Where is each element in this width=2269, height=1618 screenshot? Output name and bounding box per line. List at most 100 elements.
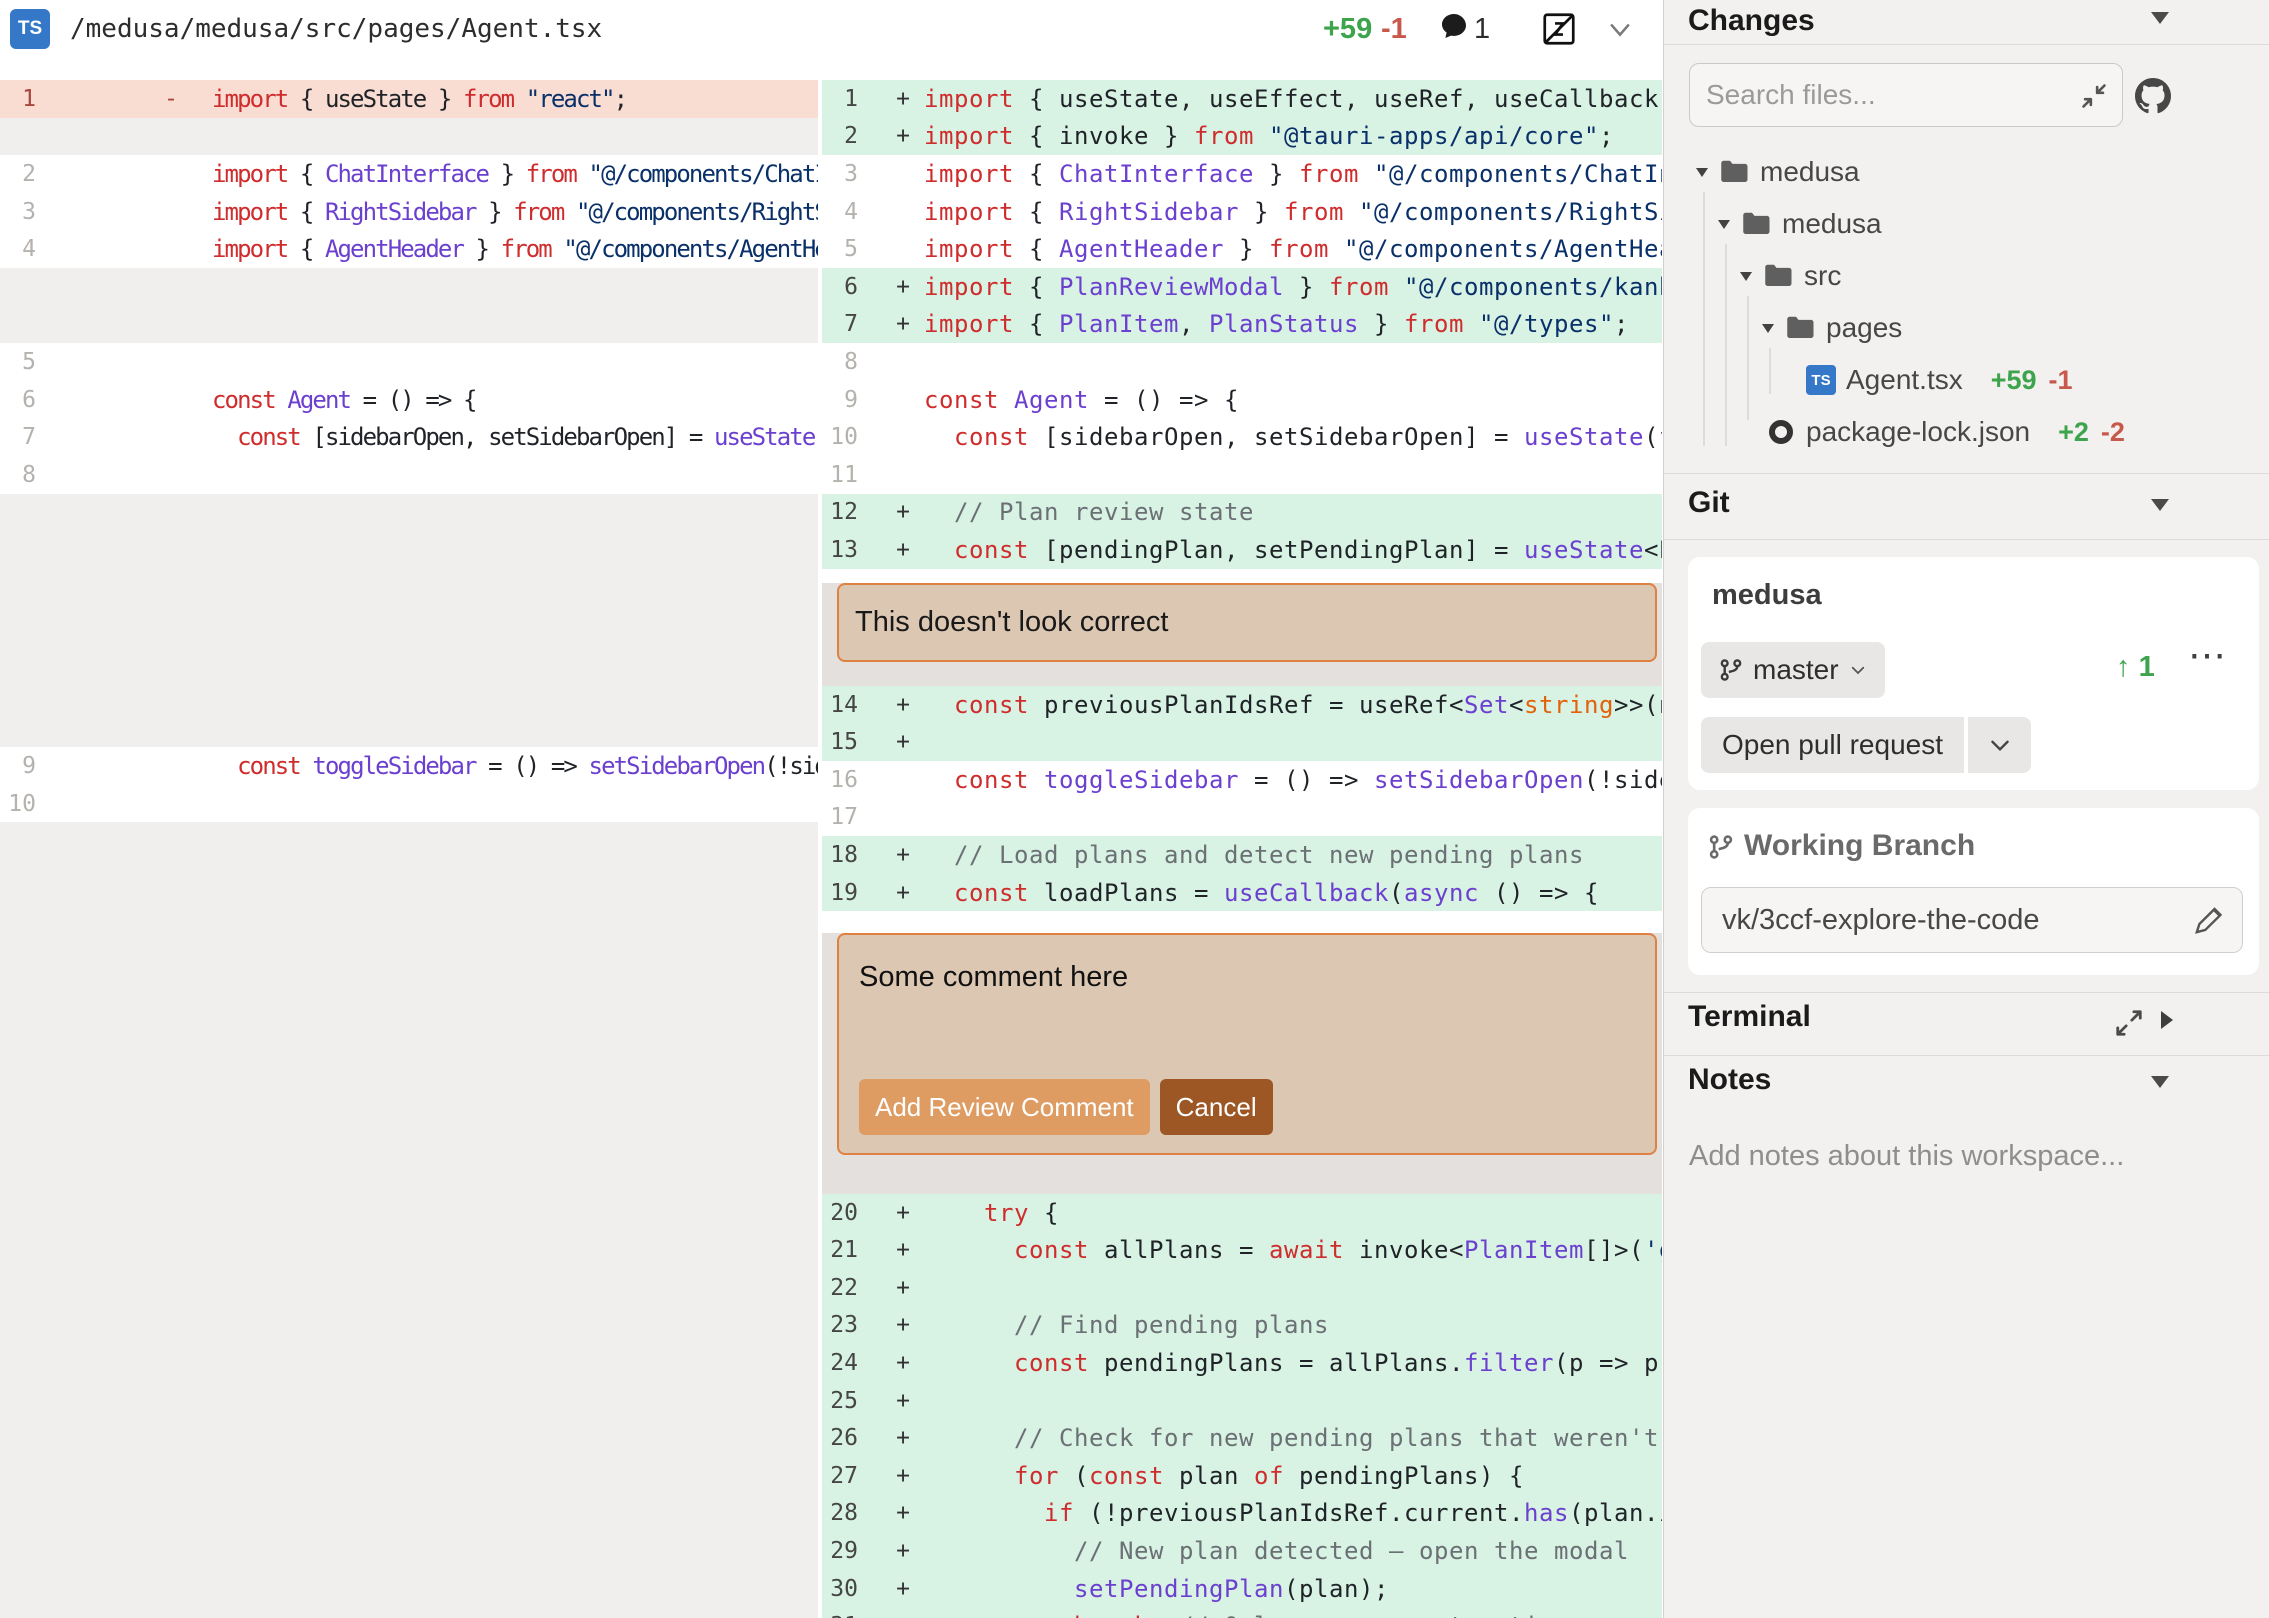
notes-section-title[interactable]: Notes (1688, 1063, 1771, 1097)
tree-file-package-lock[interactable]: package-lock.json +2 -2 (1664, 406, 2269, 458)
changes-section-title[interactable]: Changes (1688, 4, 1815, 38)
chevron-down-icon[interactable] (1740, 272, 1752, 281)
diff-line[interactable]: 3import { ChatInterface } from "@/compon… (822, 155, 1662, 193)
code-text: const Agent = () => { (212, 386, 476, 414)
diff-line[interactable]: 8 (0, 456, 818, 494)
diff-line[interactable]: 14+ const previousPlanIdsRef = useRef<Se… (822, 686, 1662, 724)
diff-pane-old: 1-import { useState } from "react"; 2impo… (0, 58, 818, 1618)
tree-folder-medusa-inner[interactable]: medusa (1664, 198, 2269, 250)
diff-line[interactable]: 26+ // Check for new pending plans that … (822, 1419, 1662, 1457)
diff-line[interactable]: 17 (822, 799, 1662, 837)
diff-line[interactable]: 1-import { useState } from "react"; (0, 80, 818, 118)
diff-line[interactable]: 9 const toggleSidebar = () => setSidebar… (0, 747, 818, 785)
diff-line[interactable]: 22+ (822, 1269, 1662, 1307)
line-number: 7 (0, 424, 40, 450)
git-collapse-icon[interactable] (2151, 499, 2169, 511)
branch-name: master (1753, 654, 1839, 686)
diff-line[interactable]: 19+ const loadPlans = useCallback(async … (822, 874, 1662, 912)
more-options-icon[interactable]: ⋯ (2188, 633, 2228, 678)
github-icon[interactable] (2135, 78, 2171, 114)
diff-line[interactable]: 3import { RightSidebar } from "@/compone… (0, 193, 818, 231)
working-branch-input[interactable]: vk/3ccf-explore-the-code (1701, 887, 2243, 953)
tree-folder-medusa[interactable]: medusa (1664, 146, 2269, 198)
chevron-down-icon[interactable] (1696, 168, 1708, 177)
tree-folder-pages[interactable]: pages (1664, 302, 2269, 354)
diff-line[interactable]: 10 (0, 785, 818, 823)
diff-line[interactable]: 29+ // New plan detected — open the moda… (822, 1532, 1662, 1570)
diff-line[interactable]: 7+import { PlanItem, PlanStatus } from "… (822, 306, 1662, 344)
code-text: // Load plans and detect new pending pla… (924, 841, 1584, 869)
chevron-down-icon[interactable] (1606, 16, 1634, 44)
line-number: 27 (822, 1463, 862, 1489)
diff-line[interactable]: 5 (0, 343, 818, 381)
diff-line[interactable]: 20+ try { (822, 1194, 1662, 1232)
push-ahead-count[interactable]: ↑ 1 (2116, 651, 2155, 684)
notes-collapse-icon[interactable] (2151, 1076, 2169, 1088)
code-text: import { PlanReviewModal } from "@/compo… (924, 273, 1662, 301)
line-number: 1 (822, 86, 862, 112)
diff-line[interactable]: 1+import { useState, useEffect, useRef, … (822, 80, 1662, 118)
code-text: if (!previousPlanIdsRef.current.has(plan… (924, 1499, 1662, 1527)
diff-line[interactable]: 2+import { invoke } from "@tauri-apps/ap… (822, 118, 1662, 156)
folder-label: pages (1826, 312, 1902, 344)
comment-draft-text[interactable]: Some comment here (859, 961, 1639, 994)
terminal-expand-chevron[interactable] (2161, 1011, 2173, 1029)
diff-line[interactable]: 6+import { PlanReviewModal } from "@/com… (822, 268, 1662, 306)
diff-line[interactable]: 31+ break; // Only open one at a time (822, 1607, 1662, 1618)
search-files-input[interactable]: Search files... (1689, 63, 2123, 127)
branch-selector[interactable]: master (1701, 642, 1885, 698)
typescript-file-icon: TS (1806, 365, 1836, 395)
cancel-comment-button[interactable]: Cancel (1160, 1079, 1273, 1135)
diff-line[interactable]: 8 (822, 343, 1662, 381)
diff-line[interactable]: 28+ if (!previousPlanIdsRef.current.has(… (822, 1495, 1662, 1533)
chevron-down-icon[interactable] (1718, 220, 1730, 229)
comment-bubble-icon[interactable] (1438, 11, 1470, 43)
chevron-down-icon[interactable] (1762, 324, 1774, 333)
git-section-title[interactable]: Git (1688, 486, 1730, 520)
diff-line[interactable]: 5import { AgentHeader } from "@/componen… (822, 230, 1662, 268)
notes-textarea[interactable]: Add notes about this workspace... (1689, 1140, 2124, 1173)
open-pull-request-button[interactable]: Open pull request (1701, 717, 1964, 773)
diff-line[interactable]: 25+ (822, 1382, 1662, 1420)
diff-line[interactable]: 15+ (822, 724, 1662, 762)
diff-sign: + (890, 1538, 916, 1564)
line-number: 13 (822, 537, 862, 563)
diff-line[interactable]: 16 const toggleSidebar = () => setSideba… (822, 761, 1662, 799)
edit-pencil-icon[interactable] (2192, 905, 2224, 937)
diff-line[interactable]: 23+ // Find pending plans (822, 1307, 1662, 1345)
diff-line[interactable]: 6const Agent = () => { (0, 381, 818, 419)
diff-line[interactable]: 13+ const [pendingPlan, setPendingPlan] … (822, 531, 1662, 569)
tree-folder-src[interactable]: src (1664, 250, 2269, 302)
diff-line[interactable]: 18+ // Load plans and detect new pending… (822, 836, 1662, 874)
review-comment-box[interactable]: This doesn't look correct (837, 583, 1657, 662)
diff-sign: + (890, 1576, 916, 1602)
file-deletions: -2 (2101, 417, 2125, 448)
diff-line[interactable]: 30+ setPendingPlan(plan); (822, 1570, 1662, 1608)
diff-line[interactable]: 7 const [sidebarOpen, setSidebarOpen] = … (0, 418, 818, 456)
diff-line[interactable]: 4import { AgentHeader } from "@/componen… (0, 230, 818, 268)
code-text: import { useState, useEffect, useRef, us… (924, 85, 1662, 113)
pull-request-dropdown-button[interactable] (1968, 717, 2031, 773)
diff-line[interactable]: 27+ for (const plan of pendingPlans) { (822, 1457, 1662, 1495)
add-review-comment-button[interactable]: Add Review Comment (859, 1079, 1150, 1135)
diff-line[interactable]: 24+ const pendingPlans = allPlans.filter… (822, 1344, 1662, 1382)
terminal-section-title[interactable]: Terminal (1688, 1000, 1811, 1034)
additions-badge: +59 (1323, 13, 1372, 46)
expand-terminal-icon[interactable] (2114, 1008, 2144, 1038)
diff-line[interactable]: 21+ const allPlans = await invoke<PlanIt… (822, 1231, 1662, 1269)
changes-collapse-icon[interactable] (2151, 12, 2169, 24)
diff-line[interactable]: 12+ // Plan review state (822, 494, 1662, 532)
collapse-tree-icon[interactable] (2080, 82, 2108, 110)
diff-line[interactable]: 9const Agent = () => { (822, 381, 1662, 419)
diff-line[interactable]: 4import { RightSidebar } from "@/compone… (822, 193, 1662, 231)
review-comment-editor[interactable]: Some comment here Add Review CommentCance… (837, 933, 1657, 1155)
diff-line[interactable]: 2import { ChatInterface } from "@/compon… (0, 155, 818, 193)
tree-file-agent-tsx[interactable]: TS Agent.tsx +59 -1 (1664, 354, 2269, 406)
diff-line[interactable]: 10 const [sidebarOpen, setSidebarOpen] =… (822, 418, 1662, 456)
file-label: package-lock.json (1806, 416, 2030, 448)
diff-line[interactable]: 11 (822, 456, 1662, 494)
line-number: 17 (822, 804, 862, 830)
diff-mode-icon[interactable] (1540, 10, 1578, 48)
code-text: const [sidebarOpen, setSidebarOpen] = us… (212, 423, 818, 451)
diff-sign: + (890, 1237, 916, 1263)
